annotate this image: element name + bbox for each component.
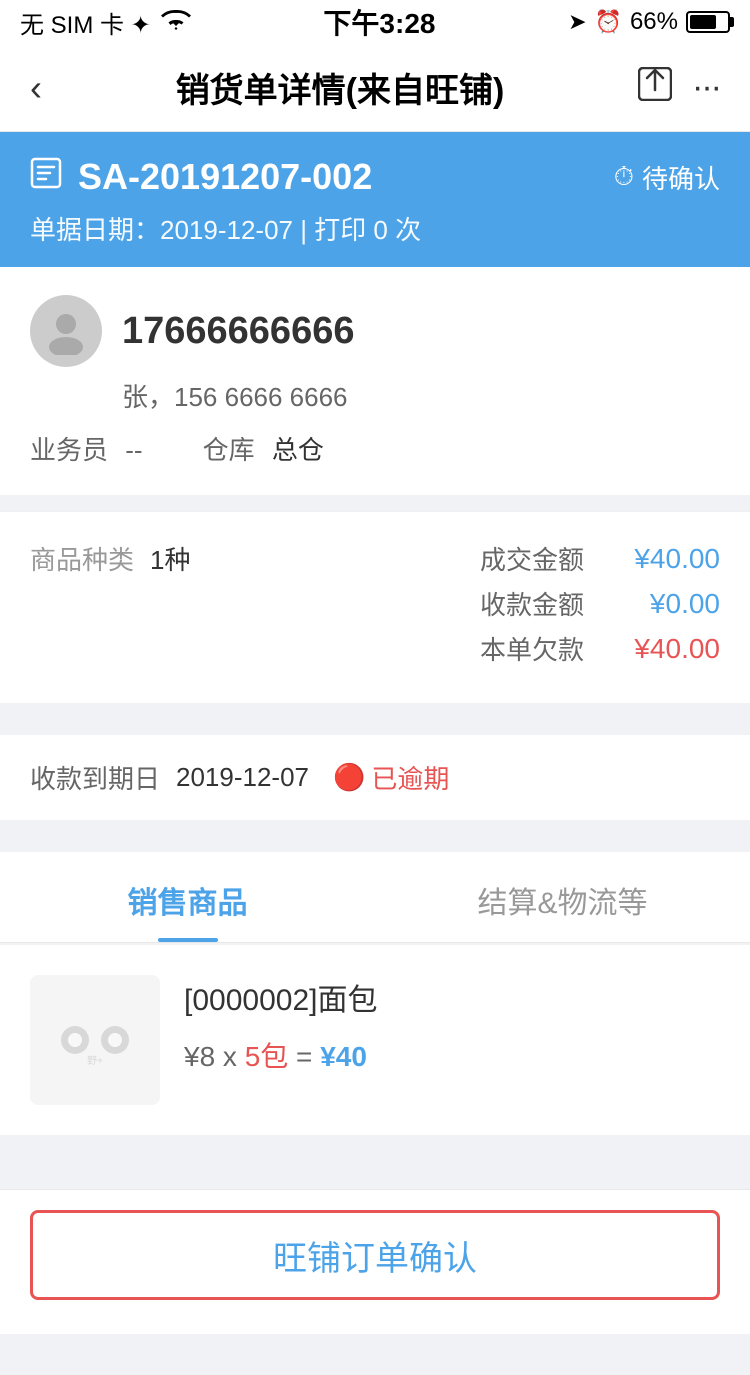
- tab-settlement-logistics[interactable]: 结算&物流等: [375, 852, 750, 942]
- sim-status: 无 SIM 卡 ✦: [20, 5, 151, 40]
- owe-amount-label: 本单欠款: [480, 630, 584, 667]
- summary-card: 商品种类 1种 成交金额 ¥40.00 收款金额 ¥0.00 本单欠款 ¥40.…: [0, 512, 750, 703]
- battery-percent: 66%: [630, 8, 678, 36]
- warehouse-meta: 仓库 总仓: [203, 430, 324, 467]
- sales-label: 业务员: [30, 435, 108, 465]
- product-type-label: 商品种类: [30, 540, 134, 577]
- confirm-order-button[interactable]: 旺铺订单确认: [30, 1210, 720, 1300]
- order-status: ⏱ 待确认: [614, 159, 720, 196]
- back-button[interactable]: ‹: [30, 67, 42, 109]
- receipt-amount-label: 收款金额: [480, 585, 584, 622]
- product-total: ¥40: [320, 1041, 367, 1072]
- status-bar-time: 下午3:28: [323, 2, 435, 42]
- product-type-value: 1种: [150, 540, 190, 577]
- warehouse-value: 总仓: [272, 435, 324, 465]
- receipt-amount-value: ¥0.00: [600, 588, 720, 620]
- overdue-badge: 🔴 已逾期: [333, 759, 449, 796]
- svg-text:野+: 野+: [87, 1055, 103, 1067]
- customer-phone: 17666666666: [122, 310, 354, 353]
- product-list: 野+ [0000002]面包 ¥8 x 5包 = ¥40: [0, 945, 750, 1135]
- product-info: [0000002]面包 ¥8 x 5包 = ¥40: [184, 975, 720, 1105]
- product-price-row: ¥8 x 5包 = ¥40: [184, 1035, 720, 1075]
- nav-bar: ‹ 销货单详情(来自旺铺) ···: [0, 44, 750, 132]
- alarm-icon: ⏰: [595, 9, 622, 35]
- tab-sales-products[interactable]: 销售商品: [0, 852, 375, 942]
- sales-meta: 业务员 --: [30, 430, 143, 467]
- sales-value: --: [125, 435, 142, 465]
- share-icon[interactable]: [638, 67, 672, 109]
- product-thumbnail: 野+: [30, 975, 160, 1105]
- product-name: [0000002]面包: [184, 975, 720, 1019]
- product-unit-price: ¥8 x: [184, 1041, 245, 1072]
- due-date: 2019-12-07: [176, 762, 309, 793]
- due-label: 收款到期日: [30, 759, 160, 796]
- status-bar-right: ➤ ⏰ 66%: [568, 8, 730, 36]
- product-quantity: 5包: [245, 1041, 289, 1072]
- nav-actions: ···: [638, 67, 720, 109]
- owe-amount-value: ¥40.00: [600, 633, 720, 665]
- customer-meta: 业务员 -- 仓库 总仓: [30, 430, 720, 467]
- product-item: 野+ [0000002]面包 ¥8 x 5包 = ¥40: [0, 945, 750, 1135]
- order-id: SA-20191207-002: [30, 156, 372, 198]
- due-date-card: 收款到期日 2019-12-07 🔴 已逾期: [0, 735, 750, 820]
- customer-avatar: [30, 295, 102, 367]
- page-title: 销货单详情(来自旺铺): [176, 63, 505, 112]
- order-header: SA-20191207-002 ⏱ 待确认 单据日期：2019-12-07 | …: [0, 132, 750, 267]
- more-icon[interactable]: ···: [692, 68, 720, 107]
- order-date: 单据日期：2019-12-07 | 打印 0 次: [30, 210, 720, 247]
- status-bar: 无 SIM 卡 ✦ 下午3:28 ➤ ⏰ 66%: [0, 0, 750, 44]
- customer-name: 张，156 6666 6666: [122, 377, 720, 414]
- equals-sign: =: [288, 1041, 320, 1072]
- customer-card: 17666666666 张，156 6666 6666 业务员 -- 仓库 总仓: [0, 267, 750, 495]
- overdue-warning-icon: 🔴: [333, 762, 365, 793]
- confirm-btn-container: 旺铺订单确认: [0, 1189, 750, 1334]
- location-icon: ➤: [568, 9, 586, 35]
- deal-amount-value: ¥40.00: [600, 543, 720, 575]
- battery-icon: [686, 11, 730, 33]
- wifi-icon: [161, 8, 191, 37]
- product-type: 商品种类 1种: [30, 540, 190, 577]
- amounts: 成交金额 ¥40.00 收款金额 ¥0.00 本单欠款 ¥40.00: [480, 540, 720, 675]
- clock-icon: ⏱: [614, 161, 634, 193]
- warehouse-label: 仓库: [203, 435, 255, 465]
- status-bar-left: 无 SIM 卡 ✦: [20, 5, 191, 40]
- order-doc-icon: [30, 156, 66, 198]
- tabs-row: 销售商品 结算&物流等: [0, 852, 750, 943]
- overdue-text: 已逾期: [371, 759, 449, 796]
- tabs-container: 销售商品 结算&物流等: [0, 852, 750, 943]
- deal-amount-label: 成交金额: [480, 540, 584, 577]
